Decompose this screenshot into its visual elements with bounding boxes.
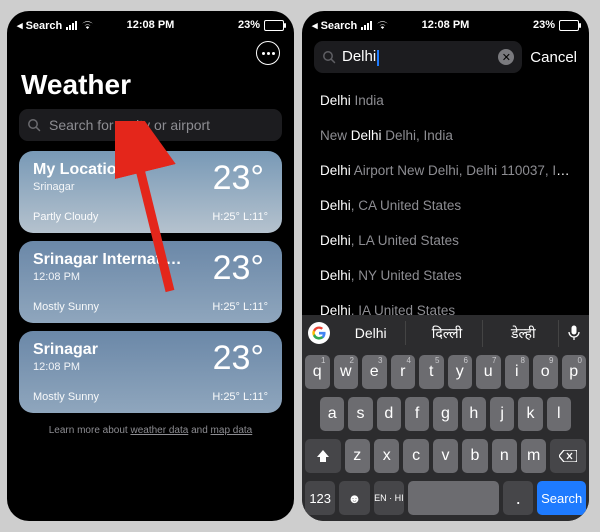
card-condition: Partly Cloudy — [33, 211, 98, 223]
key-b[interactable]: b — [462, 439, 487, 473]
status-bar: ◂ Search 12:08 PM 23% — [302, 11, 589, 35]
key-w[interactable]: w2 — [334, 355, 359, 389]
key-a[interactable]: a — [320, 397, 344, 431]
weather-card[interactable]: Srinagar 12:08 PM 23° Mostly SunnyH:25° … — [19, 331, 282, 413]
key-c[interactable]: c — [403, 439, 428, 473]
key-k[interactable]: k — [518, 397, 542, 431]
phone-weather-list: ◂ Search 12:08 PM 23% Weather My Locatio… — [7, 11, 294, 521]
key-f[interactable]: f — [405, 397, 429, 431]
space-key[interactable] — [408, 481, 499, 515]
emoji-key[interactable]: ☻ — [339, 481, 369, 515]
card-highlow: H:25° L:11° — [212, 301, 268, 313]
search-result-row[interactable]: Delhi, LA United States — [302, 223, 589, 258]
card-title: Srinagar — [33, 341, 183, 359]
key-g[interactable]: g — [433, 397, 457, 431]
search-icon — [322, 50, 336, 64]
kbd-suggestion[interactable]: डेल्ही — [489, 320, 559, 347]
card-highlow: H:25° L:11° — [212, 211, 268, 223]
search-icon — [27, 118, 41, 132]
status-time: 12:08 PM — [302, 19, 589, 31]
period-key[interactable]: . — [503, 481, 533, 515]
key-x[interactable]: x — [374, 439, 399, 473]
city-search-field[interactable] — [19, 109, 282, 141]
page-title: Weather — [7, 65, 294, 109]
battery-icon — [559, 20, 579, 31]
search-result-row[interactable]: Delhi, CA United States — [302, 188, 589, 223]
card-temp: 23° — [213, 159, 264, 198]
clear-search-button[interactable]: ✕ — [498, 49, 514, 65]
key-l[interactable]: l — [547, 397, 571, 431]
search-value: Delhi — [342, 48, 498, 65]
text-caret — [377, 50, 379, 66]
language-key[interactable]: EN · HI — [374, 481, 404, 515]
mic-icon[interactable] — [565, 325, 583, 341]
phone-weather-search: ◂ Search 12:08 PM 23% Delhi ✕ Cancel Del… — [302, 11, 589, 521]
keyboard: Delhi दिल्ली डेल्ही q1w2e3r4t5y6u7i8o9p0… — [302, 315, 589, 521]
footer-text: Learn more about weather data and map da… — [7, 425, 294, 436]
city-search-field[interactable]: Delhi ✕ — [314, 41, 522, 73]
suggestion-bar: Delhi दिल्ली डेल्ही — [302, 315, 589, 351]
weather-card-list: My Location Srinagar 23° Partly Cloudy H:… — [7, 151, 294, 413]
kbd-suggestion[interactable]: दिल्ली — [412, 320, 482, 347]
map-data-link[interactable]: map data — [211, 425, 253, 436]
cancel-button[interactable]: Cancel — [530, 49, 577, 66]
key-n[interactable]: n — [492, 439, 517, 473]
key-z[interactable]: z — [345, 439, 370, 473]
search-result-row[interactable]: Delhi Airport New Delhi, Delhi 110037, I… — [302, 153, 589, 188]
key-e[interactable]: e3 — [362, 355, 387, 389]
card-temp: 23° — [213, 249, 264, 288]
key-h[interactable]: h — [462, 397, 486, 431]
search-key[interactable]: Search — [537, 481, 586, 515]
numbers-key[interactable]: 123 — [305, 481, 335, 515]
key-j[interactable]: j — [490, 397, 514, 431]
shift-key[interactable] — [305, 439, 341, 473]
google-icon[interactable] — [308, 322, 330, 344]
weather-card[interactable]: Srinagar Internatio... 12:08 PM 23° Most… — [19, 241, 282, 323]
card-temp: 23° — [213, 339, 264, 378]
key-v[interactable]: v — [433, 439, 458, 473]
weather-data-link[interactable]: weather data — [130, 425, 188, 436]
card-highlow: H:25° L:11° — [212, 391, 268, 403]
status-bar: ◂ Search 12:08 PM 23% — [7, 11, 294, 35]
search-result-row[interactable]: New Delhi Delhi, India — [302, 118, 589, 153]
key-t[interactable]: t5 — [419, 355, 444, 389]
key-o[interactable]: o9 — [533, 355, 558, 389]
card-title: My Location — [33, 161, 183, 179]
battery-icon — [264, 20, 284, 31]
key-r[interactable]: r4 — [391, 355, 416, 389]
key-p[interactable]: p0 — [562, 355, 587, 389]
status-time: 12:08 PM — [7, 19, 294, 31]
key-y[interactable]: y6 — [448, 355, 473, 389]
key-s[interactable]: s — [348, 397, 372, 431]
key-i[interactable]: i8 — [505, 355, 530, 389]
kbd-suggestion[interactable]: Delhi — [336, 321, 406, 345]
more-menu-button[interactable] — [256, 41, 280, 65]
search-result-row[interactable]: Delhi India — [302, 83, 589, 118]
key-d[interactable]: d — [377, 397, 401, 431]
key-u[interactable]: u7 — [476, 355, 501, 389]
card-condition: Mostly Sunny — [33, 391, 99, 403]
card-condition: Mostly Sunny — [33, 301, 99, 313]
search-result-row[interactable]: Delhi, NY United States — [302, 258, 589, 293]
key-m[interactable]: m — [521, 439, 546, 473]
city-search-input[interactable] — [47, 116, 274, 134]
backspace-key[interactable] — [550, 439, 586, 473]
card-title: Srinagar Internatio... — [33, 251, 183, 269]
weather-card[interactable]: My Location Srinagar 23° Partly CloudyH:… — [19, 151, 282, 233]
key-q[interactable]: q1 — [305, 355, 330, 389]
